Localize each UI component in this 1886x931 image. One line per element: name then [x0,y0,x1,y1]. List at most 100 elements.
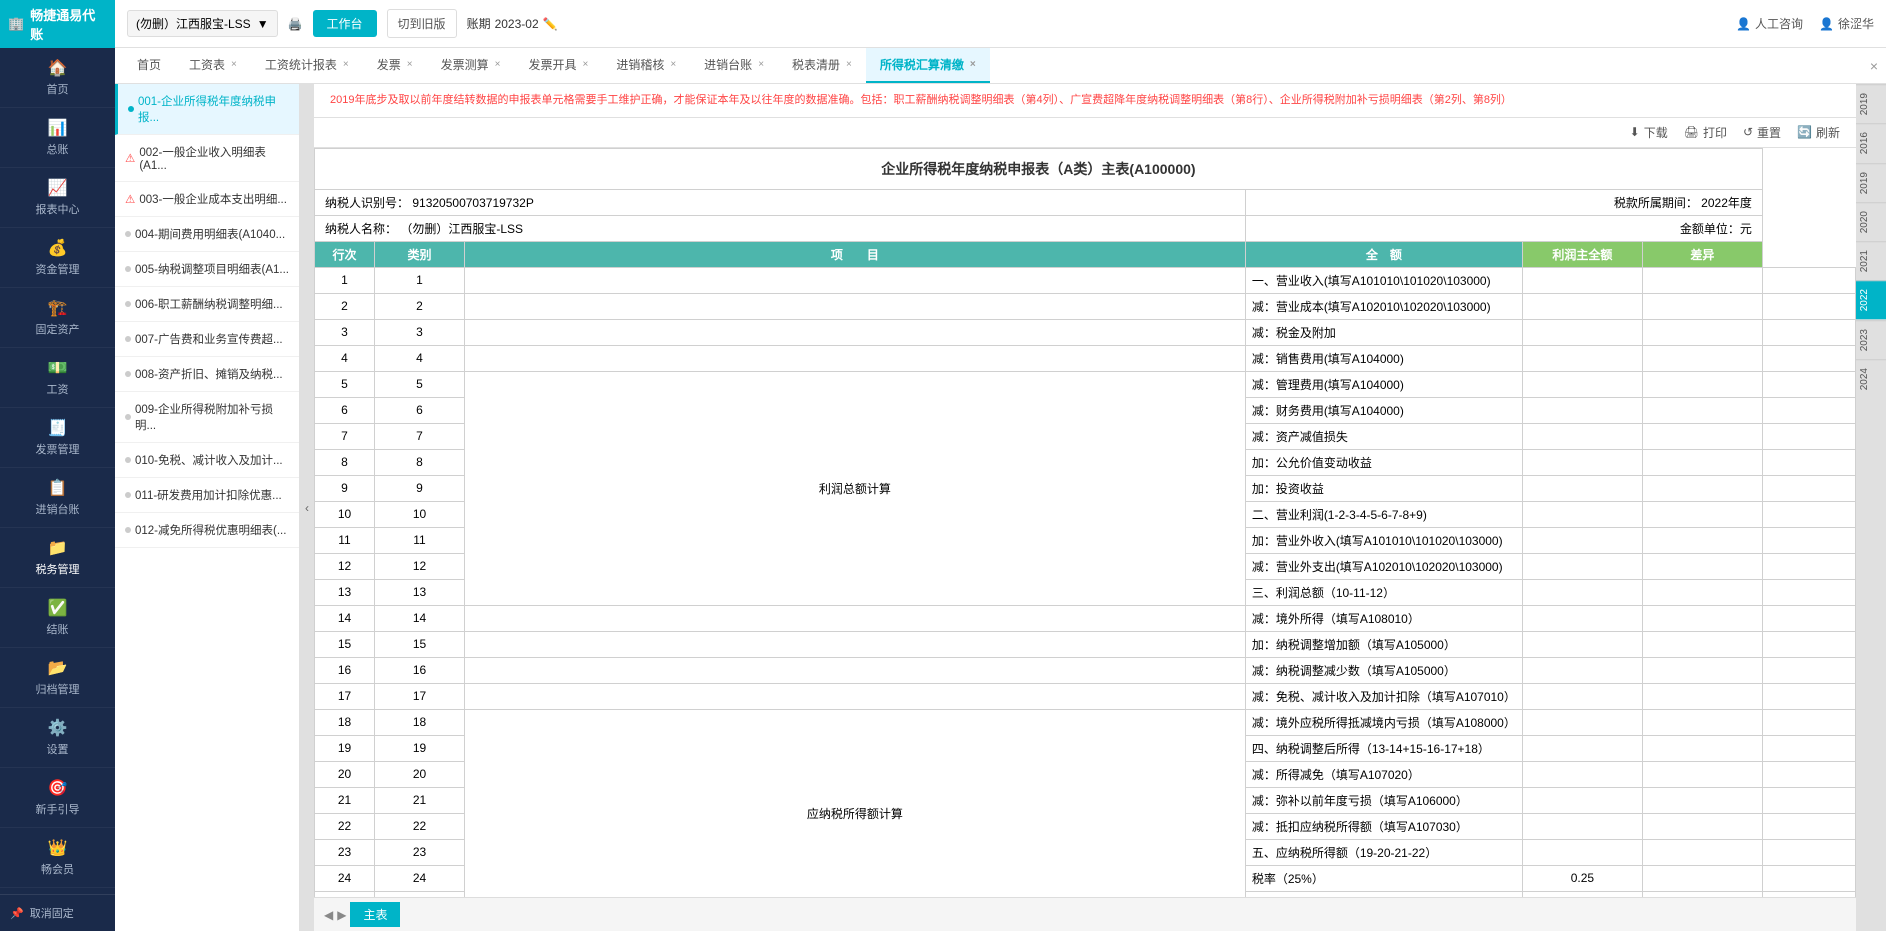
tab-close-icon[interactable]: × [495,59,501,70]
tab-close-icon[interactable]: × [670,59,676,70]
tab-tax-list[interactable]: 税表清册 × [778,48,866,83]
sidebar-item-home[interactable]: 🏠 首页 [0,48,115,108]
tab-income-tax[interactable]: 所得税汇算清缴 × [866,48,990,83]
sidebar-item-fixed-assets[interactable]: 🏗️ 固定资产 [0,288,115,348]
refresh-button[interactable]: 🔄 刷新 [1797,124,1840,141]
cell-cy[interactable] [1762,319,1855,345]
tab-invoice-calc[interactable]: 发票测算 × [427,48,515,83]
sidebar-item-checkout[interactable]: ✅ 结账 [0,588,115,648]
sub-nav-item-002[interactable]: ⚠ 002-一般企业收入明细表(A1... [115,135,299,182]
tab-salary-report[interactable]: 工资统计报表 × [251,48,363,83]
cell-je[interactable] [1522,501,1642,527]
tab-invoice-open[interactable]: 发票开具 × [514,48,602,83]
tab-close-icon[interactable]: × [846,59,852,70]
sub-nav-item-006[interactable]: 006-职工薪酬纳税调整明细... [115,287,299,322]
sidebar-item-report-center[interactable]: 📈 报表中心 [0,168,115,228]
sub-nav-item-008[interactable]: 008-资产折旧、摊销及纳税... [115,357,299,392]
cell-je[interactable] [1522,761,1642,787]
tab-close-icon[interactable]: × [407,59,413,70]
sidebar-item-guide[interactable]: 🎯 新手引导 [0,768,115,828]
cell-cy[interactable] [1762,839,1855,865]
year-nav-2023[interactable]: 2023 [1856,320,1886,359]
cell-lrje[interactable] [1642,761,1762,787]
cell-lrje[interactable] [1642,579,1762,605]
sidebar-item-tax[interactable]: 📁 税务管理 [0,528,115,588]
cell-cy[interactable] [1762,475,1855,501]
cell-cy[interactable] [1762,397,1855,423]
user-profile[interactable]: 👤 徐涩华 [1819,15,1874,32]
tab-close-icon[interactable]: × [970,59,976,70]
cell-lrje[interactable] [1642,553,1762,579]
cell-je[interactable] [1522,787,1642,813]
cell-cy[interactable] [1762,657,1855,683]
cell-je[interactable] [1522,475,1642,501]
print-button[interactable]: 🖨 打印 [1684,124,1727,141]
cell-cy[interactable] [1762,293,1855,319]
cell-lrje[interactable] [1642,735,1762,761]
cell-lrje[interactable] [1642,475,1762,501]
sub-nav-item-001[interactable]: 001-企业所得税年度纳税申报... [115,84,299,135]
cell-cy[interactable] [1762,553,1855,579]
cell-je[interactable] [1522,397,1642,423]
cell-je[interactable] [1522,813,1642,839]
cell-je[interactable] [1522,709,1642,735]
sidebar-item-salary[interactable]: 💵 工资 [0,348,115,408]
cell-je[interactable] [1522,553,1642,579]
cell-lrje[interactable] [1642,345,1762,371]
tab-close-icon[interactable]: × [582,59,588,70]
year-nav-2019b[interactable]: 2019 [1856,163,1886,202]
sub-nav-collapse[interactable]: ‹ [300,84,314,931]
sidebar-item-membership[interactable]: 👑 畅会员 [0,828,115,888]
sidebar-item-fund[interactable]: 💰 资金管理 [0,228,115,288]
cell-cy[interactable] [1762,527,1855,553]
cell-lrje[interactable] [1642,319,1762,345]
sub-nav-item-005[interactable]: 005-纳税调整项目明细表(A1... [115,252,299,287]
cell-je[interactable] [1522,631,1642,657]
tab-home[interactable]: 首页 [123,48,175,83]
sidebar-item-general-ledger[interactable]: 📊 总账 [0,108,115,168]
cell-lrje[interactable] [1642,813,1762,839]
tab-close-icon[interactable]: × [343,59,349,70]
cell-cy[interactable] [1762,865,1855,891]
cell-lrje[interactable] [1642,267,1762,293]
company-selector[interactable]: (勿删）江西服宝-LSS ▼ [127,10,278,37]
tab-close-icon[interactable]: × [758,59,764,70]
cell-cy[interactable] [1762,631,1855,657]
cell-cy[interactable] [1762,787,1855,813]
cell-cy[interactable] [1762,735,1855,761]
switch-old-button[interactable]: 切到旧版 [387,9,457,38]
cell-je[interactable] [1522,267,1642,293]
sidebar-item-archive[interactable]: 📂 归档管理 [0,648,115,708]
cell-je[interactable] [1522,527,1642,553]
reset-button[interactable]: ↺ 重置 [1743,124,1781,141]
download-button[interactable]: ⬇ 下载 [1630,124,1668,141]
cell-lrje[interactable] [1642,631,1762,657]
cell-cy[interactable] [1762,761,1855,787]
table-container[interactable]: 企业所得税年度纳税申报表（A类）主表(A100000) 纳税人识别号： 9132… [314,148,1856,898]
tab-sales-ledger[interactable]: 进销台账 × [690,48,778,83]
cell-je[interactable] [1522,735,1642,761]
bottom-tab-main[interactable]: 主表 [350,902,400,927]
year-nav-2019[interactable]: 2019 [1856,84,1886,123]
cell-cy[interactable] [1762,345,1855,371]
cell-je[interactable] [1522,319,1642,345]
next-sheet-icon[interactable]: ▶ [337,908,346,922]
cell-je[interactable] [1522,579,1642,605]
cell-je[interactable] [1522,293,1642,319]
cell-cy[interactable] [1762,449,1855,475]
cell-lrje[interactable] [1642,839,1762,865]
tab-sales-check[interactable]: 进销稽核 × [602,48,690,83]
cell-lrje[interactable] [1642,293,1762,319]
sidebar-footer-pin[interactable]: 📌 取消固定 [0,894,115,931]
sub-nav-item-009[interactable]: 009-企业所得税附加补亏损明... [115,392,299,443]
cell-cy[interactable] [1762,267,1855,293]
cell-cy[interactable] [1762,813,1855,839]
cell-lrje[interactable] [1642,397,1762,423]
sub-nav-item-007[interactable]: 007-广告费和业务宣传费超... [115,322,299,357]
cell-cy[interactable] [1762,501,1855,527]
workbench-button[interactable]: 工作台 [313,10,377,37]
cell-cy[interactable] [1762,371,1855,397]
cell-lrje[interactable] [1642,501,1762,527]
year-nav-2024[interactable]: 2024 [1856,359,1886,398]
cell-je[interactable] [1522,449,1642,475]
